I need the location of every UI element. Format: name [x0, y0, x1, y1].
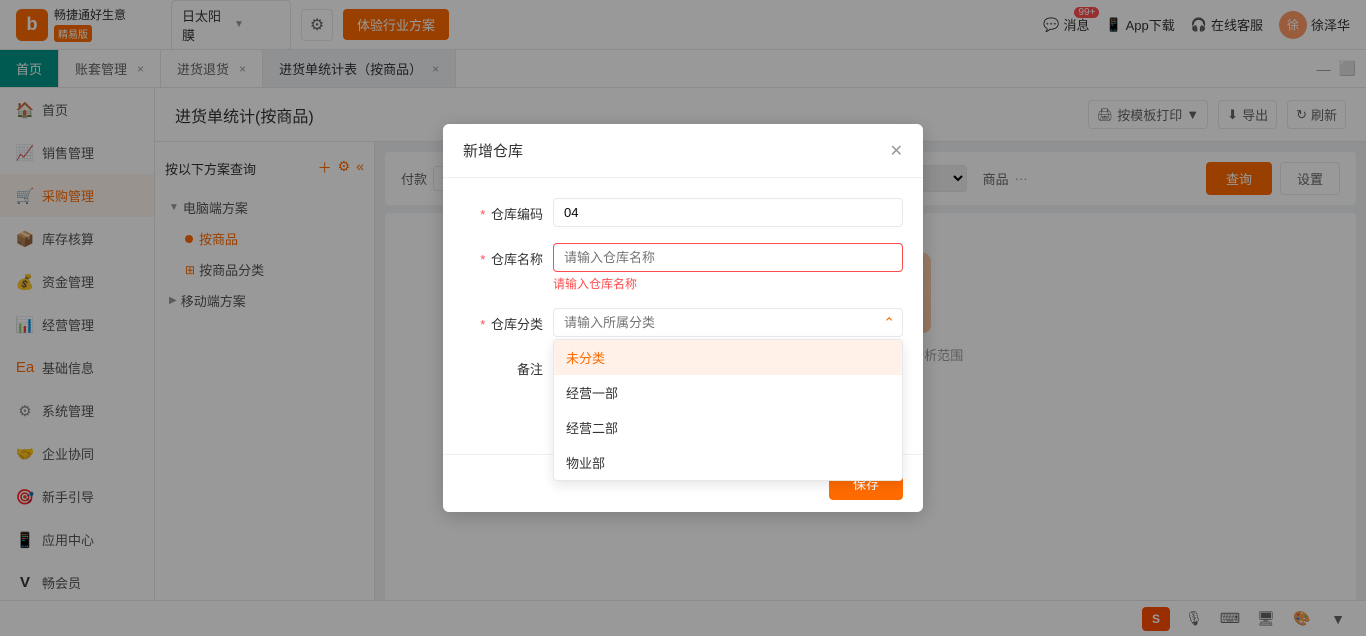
- modal-body: * 仓库编码 * 仓库名称 请输入仓库名称 * 仓库分类: [443, 178, 923, 454]
- category-label: * 仓库分类: [463, 308, 543, 333]
- category-dropdown-list: 未分类 经营一部 经营二部 物业部: [553, 339, 903, 481]
- modal-header: 新增仓库 ✕: [443, 124, 923, 178]
- dropdown-option-dept1[interactable]: 经营一部: [554, 375, 902, 410]
- form-row-name: * 仓库名称 请输入仓库名称: [463, 243, 903, 292]
- name-required-mark: *: [480, 252, 485, 267]
- category-required-mark: *: [480, 317, 485, 332]
- form-row-code: * 仓库编码: [463, 198, 903, 227]
- code-field-wrap: [553, 198, 903, 227]
- modal-close-button[interactable]: ✕: [890, 141, 903, 161]
- name-label: * 仓库名称: [463, 243, 543, 268]
- code-required-mark: *: [480, 207, 485, 222]
- note-label: 备注: [463, 353, 543, 378]
- add-warehouse-modal: 新增仓库 ✕ * 仓库编码 * 仓库名称 请输入仓库名称: [443, 124, 923, 512]
- category-input[interactable]: [553, 308, 903, 337]
- dropdown-option-property[interactable]: 物业部: [554, 445, 902, 480]
- name-field-wrap: 请输入仓库名称: [553, 243, 903, 292]
- code-label: * 仓库编码: [463, 198, 543, 223]
- form-row-category: * 仓库分类 ⌃ 未分类 经营一部 经营二部 物业部: [463, 308, 903, 337]
- name-input[interactable]: [553, 243, 903, 272]
- dropdown-option-uncategorized[interactable]: 未分类: [554, 340, 902, 375]
- category-field-wrap: ⌃ 未分类 经营一部 经营二部 物业部: [553, 308, 903, 337]
- name-error-message: 请输入仓库名称: [553, 275, 903, 292]
- dropdown-option-dept2[interactable]: 经营二部: [554, 410, 902, 445]
- code-input[interactable]: [553, 198, 903, 227]
- modal-title: 新增仓库: [463, 140, 523, 161]
